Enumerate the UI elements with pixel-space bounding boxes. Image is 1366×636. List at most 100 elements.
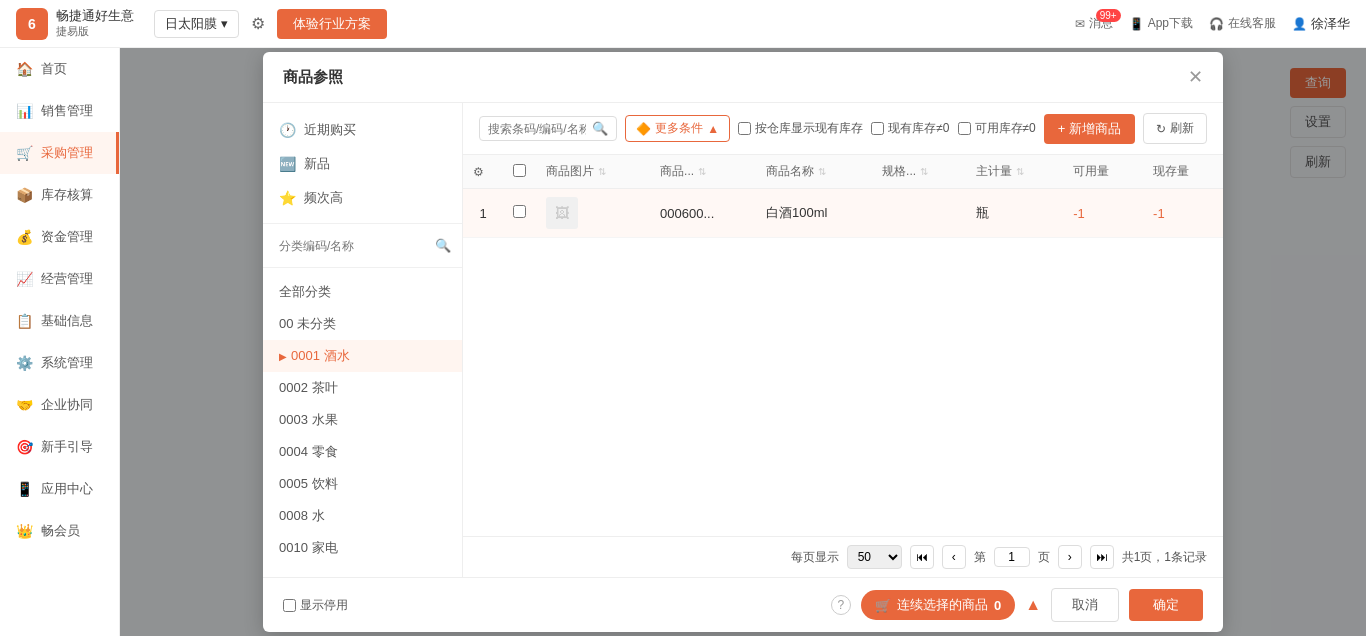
product-search-input[interactable] [488, 122, 586, 136]
cart-button[interactable]: 🛒 连续选择的商品 0 [861, 590, 1015, 620]
checkbox-warehouse[interactable]: 按仓库显示现有库存 [738, 120, 863, 137]
sidebar-item-sales[interactable]: 📊 销售管理 [0, 90, 119, 132]
select-all-checkbox[interactable] [513, 164, 526, 177]
modal-title: 商品参照 [283, 68, 343, 87]
page-label: 第 [974, 549, 986, 566]
confirm-button[interactable]: 确定 [1129, 589, 1203, 621]
sort-icon-unit: ⇅ [1016, 166, 1024, 177]
add-product-button[interactable]: + 新增商品 [1044, 114, 1135, 144]
last-page-button[interactable]: ⏭ [1090, 545, 1114, 569]
modal-left-panel: 🕐 近期购买 🆕 新品 ⭐ 频次高 [263, 103, 463, 577]
app-download-label: App下载 [1148, 15, 1193, 32]
member-icon: 👑 [16, 523, 33, 539]
product-table-area: ⚙ 商品图片 ⇅ [463, 155, 1223, 536]
show-disabled-checkbox[interactable] [283, 599, 296, 612]
sidebar-item-member[interactable]: 👑 畅会员 [0, 510, 119, 552]
search-icon[interactable]: 🔍 [435, 238, 451, 253]
online-service-item[interactable]: 🎧 在线客服 [1209, 15, 1276, 32]
sidebar-item-apps[interactable]: 📱 应用中心 [0, 468, 119, 510]
app-download-item[interactable]: 📱 App下载 [1129, 15, 1193, 32]
cat-fruit-label: 0003 水果 [279, 411, 338, 429]
page-number-input[interactable] [994, 547, 1030, 567]
sidebar-item-inventory[interactable]: 📦 库存核算 [0, 174, 119, 216]
selector-label: 日太阳膜 [165, 15, 217, 33]
checkbox-warehouse-input[interactable] [738, 122, 751, 135]
cat-snack-label: 0004 零食 [279, 443, 338, 461]
sidebar-item-purchase[interactable]: 🛒 采购管理 [0, 132, 119, 174]
cat-drinks[interactable]: 0005 饮料 [263, 468, 462, 500]
next-page-button[interactable]: › [1058, 545, 1082, 569]
cancel-button[interactable]: 取消 [1051, 588, 1119, 622]
table-row[interactable]: 1 🖼 000600... 白酒100ml [463, 189, 1223, 238]
messages-item[interactable]: ✉ 消息 99+ [1075, 15, 1113, 32]
checkbox-available[interactable]: 可用库存≠0 [958, 120, 1036, 137]
user-item[interactable]: 👤 徐泽华 [1292, 15, 1350, 33]
help-icon[interactable]: ? [831, 595, 851, 615]
row-checkbox[interactable] [513, 205, 526, 218]
product-table: ⚙ 商品图片 ⇅ [463, 155, 1223, 238]
modal-close-button[interactable]: ✕ [1188, 66, 1203, 88]
cat-unclassified-label: 00 未分类 [279, 315, 336, 333]
show-disabled-label[interactable]: 显示停用 [283, 597, 348, 614]
checkbox-stock[interactable]: 现有库存≠0 [871, 120, 949, 137]
collapse-up-icon[interactable]: ▲ [1025, 596, 1041, 614]
recent-purchase-label: 近期购买 [304, 121, 356, 139]
sidebar-item-collab[interactable]: 🤝 企业协同 [0, 384, 119, 426]
modal-overlay: 商品参照 ✕ 🕐 近期购买 🆕 新品 [120, 48, 1366, 636]
modal-right-panel: 🔍 🔶 更多条件 ▲ 按仓库显示现有库存 [463, 103, 1223, 577]
cat-appliance[interactable]: 0010 家电 [263, 532, 462, 564]
message-icon: ✉ [1075, 17, 1085, 31]
sidebar-item-guide[interactable]: 🎯 新手引导 [0, 426, 119, 468]
cat-snack[interactable]: 0004 零食 [263, 436, 462, 468]
cat-liquor[interactable]: ▶ 0001 酒水 [263, 340, 462, 372]
new-product-item[interactable]: 🆕 新品 [263, 147, 462, 181]
category-search-input[interactable] [279, 239, 429, 253]
filter-button[interactable]: 🔶 更多条件 ▲ [625, 115, 730, 142]
gear-button[interactable]: ⚙ [251, 14, 265, 33]
sidebar-label-basic-info: 基础信息 [41, 312, 93, 330]
inventory-icon: 📦 [16, 187, 33, 203]
cat-fruit[interactable]: 0003 水果 [263, 404, 462, 436]
star-icon: ⭐ [279, 190, 296, 206]
sidebar-label-guide: 新手引导 [41, 438, 93, 456]
sidebar-item-home[interactable]: 🏠 首页 [0, 48, 119, 90]
system-icon: ⚙️ [16, 355, 33, 371]
row-index: 1 [463, 189, 503, 238]
sidebar-item-finance[interactable]: 💰 资金管理 [0, 216, 119, 258]
user-icon: 👤 [1292, 17, 1307, 31]
modal-header: 商品参照 ✕ [263, 52, 1223, 103]
cat-unclassified[interactable]: 00 未分类 [263, 308, 462, 340]
checkbox-stock-input[interactable] [871, 122, 884, 135]
guide-icon: 🎯 [16, 439, 33, 455]
page-size-select[interactable]: 50 20 100 [847, 545, 902, 569]
modal-dialog: 商品参照 ✕ 🕐 近期购买 🆕 新品 [263, 52, 1223, 632]
col-available: 可用量 [1063, 155, 1143, 189]
table-header-row: ⚙ 商品图片 ⇅ [463, 155, 1223, 189]
sidebar-item-system[interactable]: ⚙️ 系统管理 [0, 342, 119, 384]
cat-all[interactable]: 全部分类 [263, 276, 462, 308]
sidebar-label-operations: 经营管理 [41, 270, 93, 288]
sidebar-label-inventory: 库存核算 [41, 186, 93, 204]
category-search-box: 🔍 [263, 232, 462, 259]
prev-page-button[interactable]: ‹ [942, 545, 966, 569]
refresh-table-button[interactable]: ↻ 刷新 [1143, 113, 1207, 144]
nav-selector[interactable]: 日太阳膜 ▾ [154, 10, 239, 38]
operations-icon: 📈 [16, 271, 33, 287]
cat-tea[interactable]: 0002 茶叶 [263, 372, 462, 404]
row-available: -1 [1063, 189, 1143, 238]
cat-water[interactable]: 0008 水 [263, 500, 462, 532]
first-page-button[interactable]: ⏮ [910, 545, 934, 569]
checkbox-available-input[interactable] [958, 122, 971, 135]
user-name: 徐泽华 [1311, 15, 1350, 33]
cat-tea-label: 0002 茶叶 [279, 379, 338, 397]
basic-info-icon: 📋 [16, 313, 33, 329]
apps-icon: 📱 [16, 481, 33, 497]
sidebar-item-basic-info[interactable]: 📋 基础信息 [0, 300, 119, 342]
row-stock: -1 [1143, 189, 1223, 238]
recent-purchase-item[interactable]: 🕐 近期购买 [263, 113, 462, 147]
frequent-item[interactable]: ⭐ 频次高 [263, 181, 462, 215]
trial-button[interactable]: 体验行业方案 [277, 9, 387, 39]
divider2 [263, 267, 462, 268]
sidebar-item-operations[interactable]: 📈 经营管理 [0, 258, 119, 300]
frequent-label: 频次高 [304, 189, 343, 207]
